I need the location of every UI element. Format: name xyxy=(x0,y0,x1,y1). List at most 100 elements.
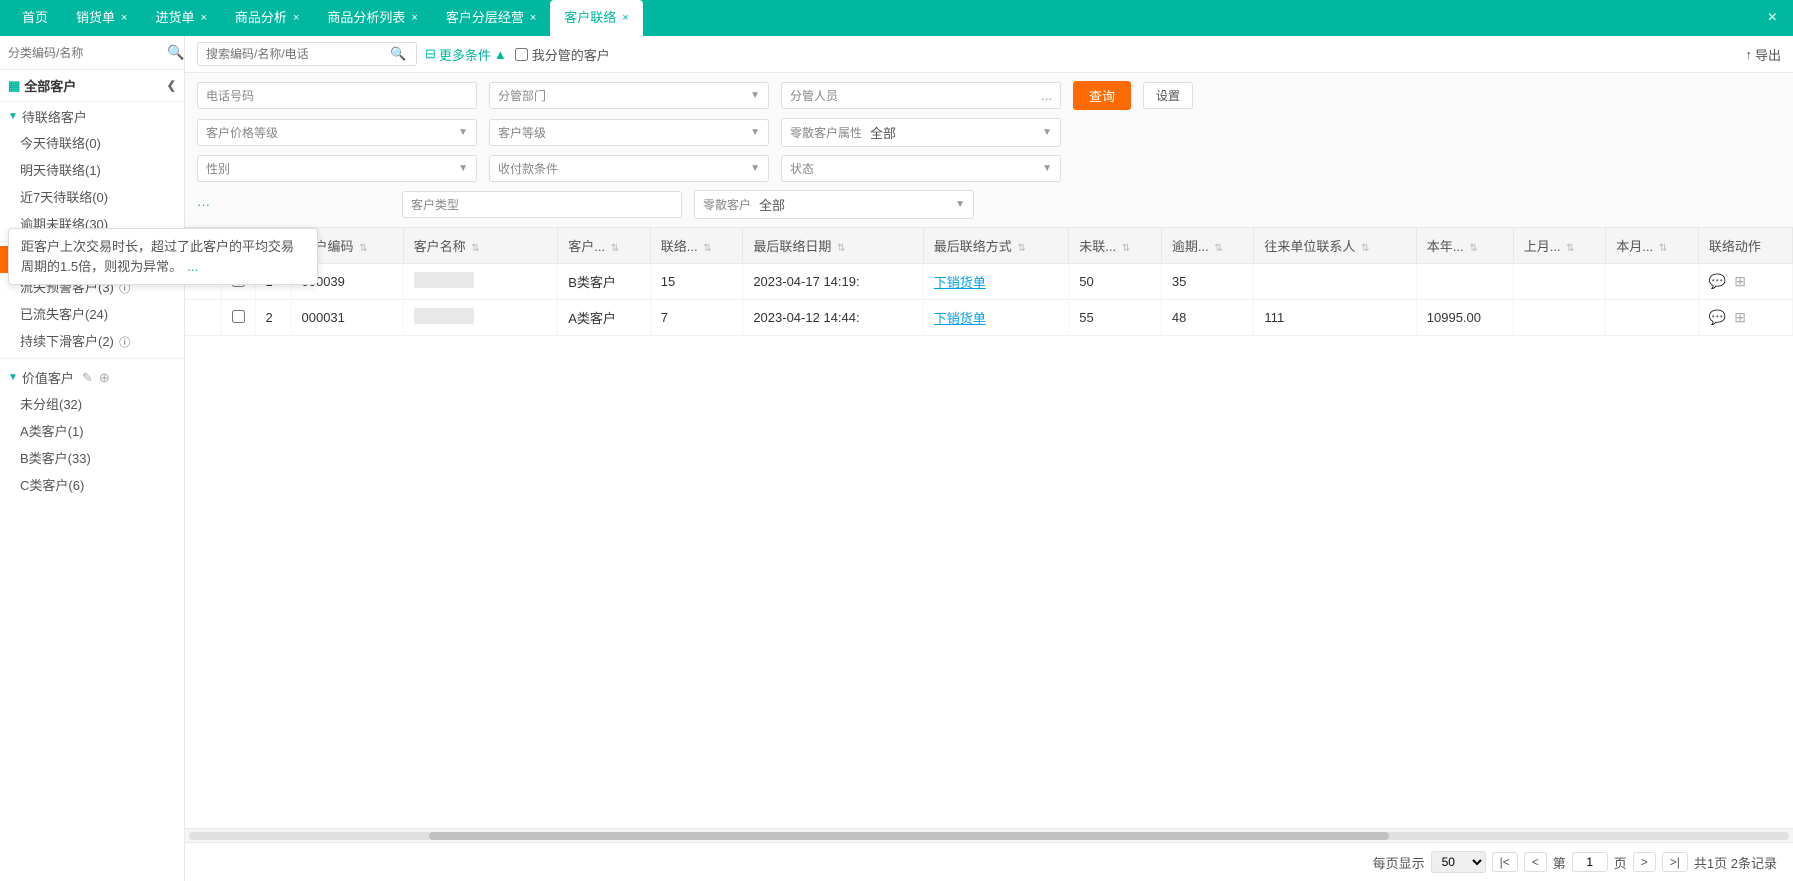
sidebar-item-b-class[interactable]: B类客户(33) xyxy=(0,444,184,471)
next-page-button[interactable]: > xyxy=(1633,852,1656,872)
nav-tab-analysis-list[interactable]: 商品分析列表 × xyxy=(313,0,431,36)
row1-last-way-link[interactable]: 下销货单 xyxy=(934,275,986,290)
sort-unit-icon[interactable]: ⇅ xyxy=(1361,243,1369,254)
nav-tab-home[interactable]: 首页 xyxy=(8,0,62,36)
filter-search-icon[interactable]: 🔍 xyxy=(390,46,406,62)
col-last-date: 最后联络日期 ⇅ xyxy=(743,228,923,264)
row2-last-way-link[interactable]: 下销货单 xyxy=(934,311,986,326)
col-action: 联络动作 xyxy=(1698,228,1792,264)
sidebar-item-tomorrow[interactable]: 明天待联络(1) xyxy=(0,156,184,183)
sidebar-group-pending[interactable]: ▼ 待联络客户 xyxy=(0,102,184,129)
per-page-select[interactable]: 50 100 xyxy=(1431,851,1486,873)
sort-code-icon[interactable]: ⇅ xyxy=(359,243,367,254)
export-button[interactable]: ↑ 导出 xyxy=(1745,45,1781,64)
filter-search-input[interactable] xyxy=(206,47,386,61)
sort-lmonth-icon[interactable]: ⇅ xyxy=(1566,243,1574,254)
sidebar-search-input[interactable] xyxy=(8,46,163,60)
export-icon: ↑ xyxy=(1745,47,1752,62)
row2-unreached: 55 xyxy=(1069,300,1162,336)
row2-chat-icon[interactable]: 💬 xyxy=(1709,309,1726,326)
tooltip-repurchase: 距客户上次交易时长，超过了此客户的平均交易周期的1.5倍，则视为异常。 ... xyxy=(8,228,318,285)
more-conditions-button[interactable]: ⊟ 更多条件 ▲ xyxy=(425,45,507,64)
row1-this-month xyxy=(1606,264,1699,300)
chevron-up-icon: ▲ xyxy=(494,47,507,62)
search-box[interactable]: 🔍 xyxy=(197,42,417,66)
manager-field[interactable]: 分管人员 ... xyxy=(781,82,1061,109)
price-level-field[interactable]: 客户价格等级 ▼ xyxy=(197,119,477,146)
row1-action: 💬 ⊞ xyxy=(1698,264,1792,300)
sidebar-item-7days[interactable]: 近7天待联络(0) xyxy=(0,183,184,210)
gender-field[interactable]: 性别 ▼ xyxy=(197,155,477,182)
scroll-thumb[interactable] xyxy=(429,832,1389,840)
nav-tab-analysis-list-close[interactable]: × xyxy=(411,0,417,36)
my-customers-checkbox-label[interactable]: 我分管的客户 xyxy=(515,45,610,64)
nav-tab-customer-layer[interactable]: 客户分层经营 × xyxy=(432,0,550,36)
window-close-button[interactable]: × xyxy=(1760,9,1785,27)
first-page-button[interactable]: |< xyxy=(1492,852,1518,872)
retail-customer-field[interactable]: 零散客户 全部 ▼ xyxy=(694,190,974,219)
query-button[interactable]: 查询 xyxy=(1073,81,1131,110)
sidebar-item-declining[interactable]: 持续下滑客户(2) ⓘ xyxy=(0,327,184,354)
dept-field[interactable]: 分管部门 ▼ xyxy=(489,82,769,109)
retail-attr-field[interactable]: 零散客户属性 全部 ▼ xyxy=(781,118,1061,147)
row1-grid-icon[interactable]: ⊞ xyxy=(1734,273,1746,290)
sort-level-icon[interactable]: ⇅ xyxy=(611,243,619,254)
nav-tab-sales[interactable]: 销货单 × xyxy=(62,0,141,36)
setting-button[interactable]: 设置 xyxy=(1143,82,1193,109)
sidebar-item-a-class[interactable]: A类客户(1) xyxy=(0,417,184,444)
page-number-input[interactable] xyxy=(1572,852,1608,872)
horizontal-scrollbar[interactable] xyxy=(185,828,1793,842)
dept-chevron: ▼ xyxy=(750,90,760,101)
status-field[interactable]: 状态 ▼ xyxy=(781,155,1061,182)
row1-this-year xyxy=(1416,264,1513,300)
nav-tab-analysis[interactable]: 商品分析 × xyxy=(221,0,313,36)
nav-tab-customer-contact[interactable]: 客户联络 × xyxy=(550,0,642,36)
filter-row-1: 电话号码 分管部门 ▼ 分管人员 ... 查询 设置 xyxy=(197,81,1781,110)
customer-type-field[interactable]: 客户类型 xyxy=(402,191,682,218)
sort-tmonth-icon[interactable]: ⇅ xyxy=(1659,243,1667,254)
sidebar-item-churned[interactable]: 已流失客户(24) xyxy=(0,300,184,327)
sidebar-item-c-class[interactable]: C类客户(6) xyxy=(0,471,184,498)
manager-dots[interactable]: ... xyxy=(1041,88,1052,103)
total-label: 共1页 2条记录 xyxy=(1694,853,1777,872)
nav-tab-sales-close[interactable]: × xyxy=(121,0,127,36)
sort-year-icon[interactable]: ⇅ xyxy=(1469,243,1477,254)
last-page-button[interactable]: >| xyxy=(1662,852,1688,872)
sidebar-search-icon[interactable]: 🔍 xyxy=(167,44,184,61)
sort-contact-icon[interactable]: ⇅ xyxy=(703,243,711,254)
scroll-track xyxy=(189,832,1789,840)
sidebar-item-today[interactable]: 今天待联络(0) xyxy=(0,129,184,156)
retail-customer-label: 零散客户 xyxy=(703,196,751,213)
sidebar-add-icon[interactable]: ⊕ xyxy=(99,370,110,386)
payment-field[interactable]: 收付款条件 ▼ xyxy=(489,155,769,182)
sidebar-search-bar: 🔍 xyxy=(0,36,184,70)
nav-tab-purchase-close[interactable]: × xyxy=(200,0,206,36)
row2-grid-icon[interactable]: ⊞ xyxy=(1734,309,1746,326)
filter-bar: 🔍 ⊟ 更多条件 ▲ 我分管的客户 ↑ 导出 xyxy=(185,36,1793,73)
nav-tab-analysis-close[interactable]: × xyxy=(293,0,299,36)
sort-name-icon[interactable]: ⇅ xyxy=(471,243,479,254)
nav-tab-purchase-label: 进货单 xyxy=(155,0,194,36)
phone-field[interactable]: 电话号码 xyxy=(197,82,477,109)
sort-unreached-icon[interactable]: ⇅ xyxy=(1122,243,1130,254)
filter-row4-dots[interactable]: ··· xyxy=(197,197,210,212)
sidebar-item-ungroup[interactable]: 未分组(32) xyxy=(0,390,184,417)
nav-tab-customer-contact-close[interactable]: × xyxy=(622,0,628,36)
row2-select-checkbox[interactable] xyxy=(232,310,245,323)
nav-tab-purchase[interactable]: 进货单 × xyxy=(141,0,220,36)
row2-no: 2 xyxy=(255,300,291,336)
prev-page-button[interactable]: < xyxy=(1524,852,1547,872)
sidebar-all-customers[interactable]: ▦ 全部客户 ❮ xyxy=(0,70,184,102)
sort-date-icon[interactable]: ⇅ xyxy=(837,243,845,254)
my-customers-checkbox[interactable] xyxy=(515,48,528,61)
row1-chat-icon[interactable]: 💬 xyxy=(1709,273,1726,290)
sidebar-group-value[interactable]: ▼ 价值客户 ✎ ⊕ xyxy=(0,363,184,390)
row2-action-icons: 💬 ⊞ xyxy=(1709,309,1782,326)
sidebar-edit-icon[interactable]: ✎ xyxy=(82,370,93,386)
sort-way-icon[interactable]: ⇅ xyxy=(1017,243,1025,254)
sidebar-collapse-icon[interactable]: ❮ xyxy=(167,79,176,92)
sort-overdue-icon[interactable]: ⇅ xyxy=(1214,243,1222,254)
nav-tab-customer-layer-close[interactable]: × xyxy=(530,0,536,36)
customer-level-field[interactable]: 客户等级 ▼ xyxy=(489,119,769,146)
row2-name-blur xyxy=(414,308,474,324)
